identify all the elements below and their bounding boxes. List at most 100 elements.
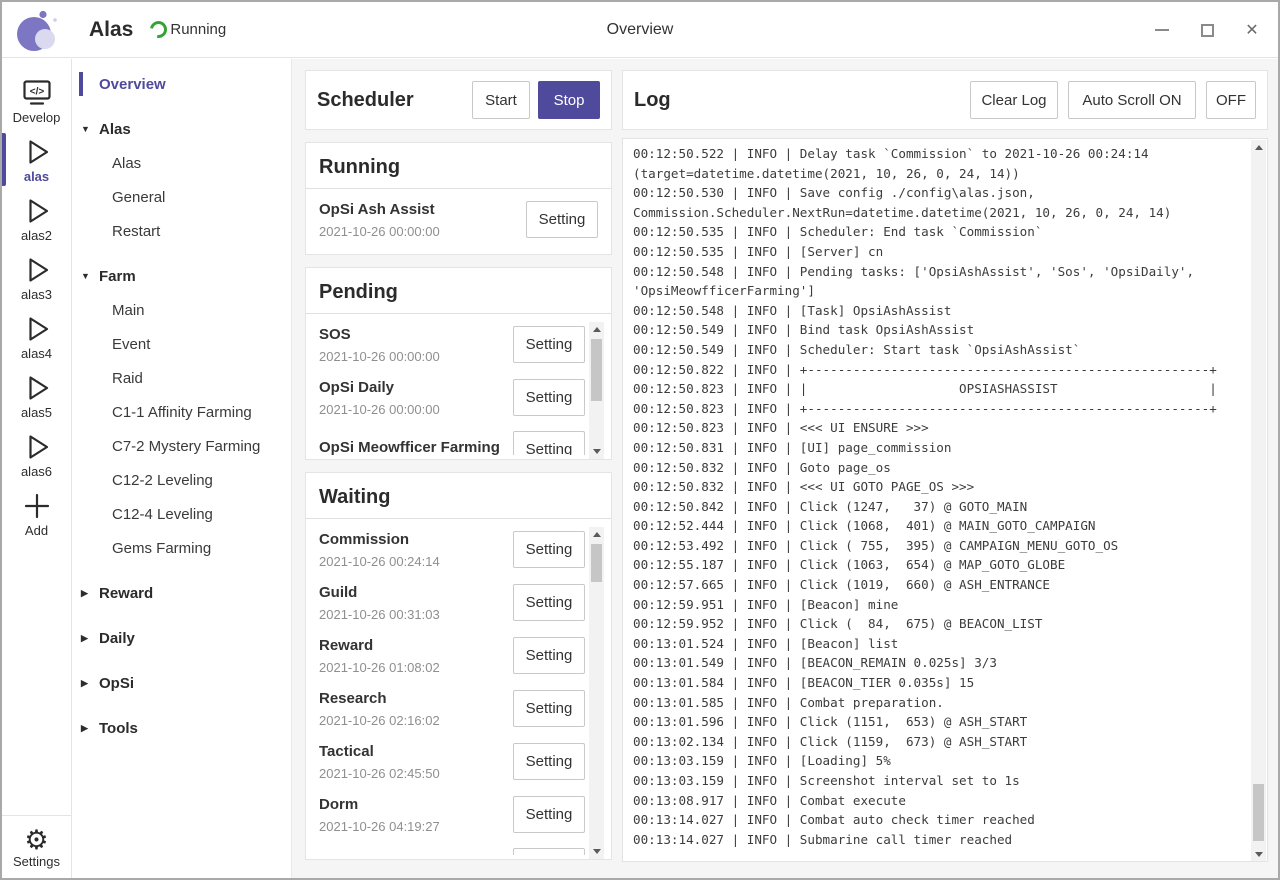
nav-item[interactable]: Restart	[72, 214, 291, 248]
task-name: Tactical	[319, 742, 507, 761]
task-setting-button[interactable]: Setting	[513, 637, 585, 674]
rail-item[interactable]: alas	[2, 130, 71, 189]
nav-item[interactable]: Overview	[72, 67, 291, 101]
task-row: Guild 2021-10-26 00:31:03 Setting	[319, 576, 585, 629]
window-close-button[interactable]	[1244, 22, 1260, 38]
scroll-thumb[interactable]	[591, 544, 602, 582]
nav-arrow-icon: ▶	[81, 678, 99, 689]
task-setting-button[interactable]: Setting	[513, 431, 585, 455]
task-setting-button[interactable]: Setting	[513, 379, 585, 416]
log-line: 00:12:50.832 | INFO | Goto page_os	[633, 458, 1243, 478]
task-name: Research	[319, 689, 507, 708]
log-title: Log	[634, 89, 970, 112]
rail-item[interactable]: </> Develop	[2, 71, 71, 130]
scroll-up-icon[interactable]	[589, 322, 604, 337]
log-line: 00:12:50.823 | INFO | | OPSIASHASSIST |	[633, 379, 1243, 399]
task-name: Shop	[319, 855, 507, 856]
nav-item[interactable]: ▶ Tools	[72, 711, 291, 745]
alas-logo-icon	[15, 8, 59, 52]
task-setting-button[interactable]: Setting	[513, 796, 585, 833]
task-name: OpSi Meowfficer Farming	[319, 438, 507, 456]
task-setting-button[interactable]: Setting	[513, 743, 585, 780]
nav-item[interactable]: ▶ Reward	[72, 576, 291, 610]
scheduler-start-button[interactable]: Start	[472, 81, 530, 119]
nav-item[interactable]: C12-4 Leveling	[72, 497, 291, 531]
rail-item[interactable]: alas5	[2, 366, 71, 425]
scroll-thumb[interactable]	[591, 339, 602, 401]
task-row: Tactical 2021-10-26 02:45:50 Setting	[319, 735, 585, 788]
nav-arrow-icon: ▶	[81, 588, 99, 599]
nav-item[interactable]: ▶ Daily	[72, 621, 291, 655]
scroll-up-icon[interactable]	[589, 527, 604, 542]
scroll-up-icon[interactable]	[1251, 140, 1266, 155]
log-line: 00:13:01.524 | INFO | [Beacon] list	[633, 634, 1243, 654]
window-maximize-button[interactable]	[1199, 22, 1215, 38]
scroll-down-icon[interactable]	[1251, 847, 1266, 862]
nav-item[interactable]: Alas	[72, 146, 291, 180]
log-line: 00:12:53.492 | INFO | Click ( 755, 395) …	[633, 536, 1243, 556]
task-setting-button[interactable]: Setting	[513, 584, 585, 621]
auto-scroll-off-button[interactable]: OFF	[1206, 81, 1256, 119]
scheduler-stop-button[interactable]: Stop	[538, 81, 600, 119]
rail-item[interactable]: alas6	[2, 425, 71, 484]
rail-item[interactable]: alas2	[2, 189, 71, 248]
gear-icon: ⚙	[24, 826, 48, 854]
task-setting-button[interactable]: Setting	[526, 201, 598, 238]
nav-item[interactable]: Gems Farming	[72, 531, 291, 565]
log-line: 00:12:50.535 | INFO | [Server] cn	[633, 242, 1243, 262]
task-setting-button[interactable]: Setting	[513, 848, 585, 855]
nav-item[interactable]: Main	[72, 293, 291, 327]
running-task-list: OpSi Ash Assist 2021-10-26 00:00:00 Sett…	[306, 189, 611, 246]
log-line: 00:13:01.549 | INFO | [BEACON_REMAIN 0.0…	[633, 653, 1243, 673]
task-setting-button[interactable]: Setting	[513, 690, 585, 727]
clear-log-button[interactable]: Clear Log	[970, 81, 1058, 119]
task-name: OpSi Ash Assist	[319, 200, 520, 219]
minimize-icon	[1155, 29, 1169, 31]
log-line: 00:12:59.952 | INFO | Click ( 84, 675) @…	[633, 614, 1243, 634]
nav-item[interactable]: Event	[72, 327, 291, 361]
rail-item[interactable]: alas4	[2, 307, 71, 366]
task-row: Reward 2021-10-26 01:08:02 Setting	[319, 629, 585, 682]
log-line: 00:12:59.951 | INFO | [Beacon] mine	[633, 595, 1243, 615]
nav-item[interactable]: Raid	[72, 361, 291, 395]
pending-task-list[interactable]: SOS 2021-10-26 00:00:00 Setting OpSi Dai…	[306, 314, 611, 455]
log-line: 00:12:50.822 | INFO | +-----------------…	[633, 360, 1243, 380]
log-line: 00:12:57.665 | INFO | Click (1019, 660) …	[633, 575, 1243, 595]
auto-scroll-on-button[interactable]: Auto Scroll ON	[1068, 81, 1196, 119]
nav-item[interactable]: C12-2 Leveling	[72, 463, 291, 497]
rail-list: </> Develop	[2, 59, 71, 543]
log-line: 00:13:01.596 | INFO | Click (1151, 653) …	[633, 712, 1243, 732]
scroll-thumb[interactable]	[1253, 784, 1264, 841]
task-row: OpSi Daily 2021-10-26 00:00:00 Setting	[319, 371, 585, 424]
settings-button[interactable]: ⚙ Settings	[2, 815, 71, 878]
waiting-panel: Waiting Commission 2021-10-26 00:24:14 S…	[305, 472, 612, 860]
window-minimize-button[interactable]	[1154, 22, 1170, 38]
nav-item[interactable]: General	[72, 180, 291, 214]
svg-text:</>: </>	[29, 86, 44, 97]
log-output[interactable]: 00:12:50.522 | INFO | Delay task `Commis…	[622, 138, 1268, 862]
rail-item[interactable]: Add	[2, 484, 71, 543]
log-line: 00:12:52.444 | INFO | Click (1068, 401) …	[633, 516, 1243, 536]
play-icon	[22, 196, 52, 226]
log-line: (target=datetime.datetime(2021, 10, 26, …	[633, 164, 1243, 184]
waiting-task-list[interactable]: Commission 2021-10-26 00:24:14 Setting G…	[306, 519, 611, 855]
log-line: 00:12:50.549 | INFO | Bind task OpsiAshA…	[633, 320, 1243, 340]
scroll-down-icon[interactable]	[589, 844, 604, 859]
pending-scrollbar[interactable]	[589, 322, 604, 459]
nav-item[interactable]: ▼ Farm	[72, 259, 291, 293]
task-setting-button[interactable]: Setting	[513, 326, 585, 363]
scroll-down-icon[interactable]	[589, 444, 604, 459]
nav-item[interactable]: C7-2 Mystery Farming	[72, 429, 291, 463]
log-line: 00:13:01.585 | INFO | Combat preparation…	[633, 693, 1243, 713]
nav-item[interactable]: ▼ Alas	[72, 112, 291, 146]
log-line: 00:12:50.831 | INFO | [UI] page_commissi…	[633, 438, 1243, 458]
log-line: 00:12:50.832 | INFO | <<< UI GOTO PAGE_O…	[633, 477, 1243, 497]
task-setting-button[interactable]: Setting	[513, 531, 585, 568]
nav-item[interactable]: C1-1 Affinity Farming	[72, 395, 291, 429]
rail-item[interactable]: alas3	[2, 248, 71, 307]
task-row: Commission 2021-10-26 00:24:14 Setting	[319, 523, 585, 576]
running-spinner-icon	[147, 18, 171, 42]
waiting-scrollbar[interactable]	[589, 527, 604, 859]
log-scrollbar[interactable]	[1251, 140, 1266, 862]
nav-item[interactable]: ▶ OpSi	[72, 666, 291, 700]
